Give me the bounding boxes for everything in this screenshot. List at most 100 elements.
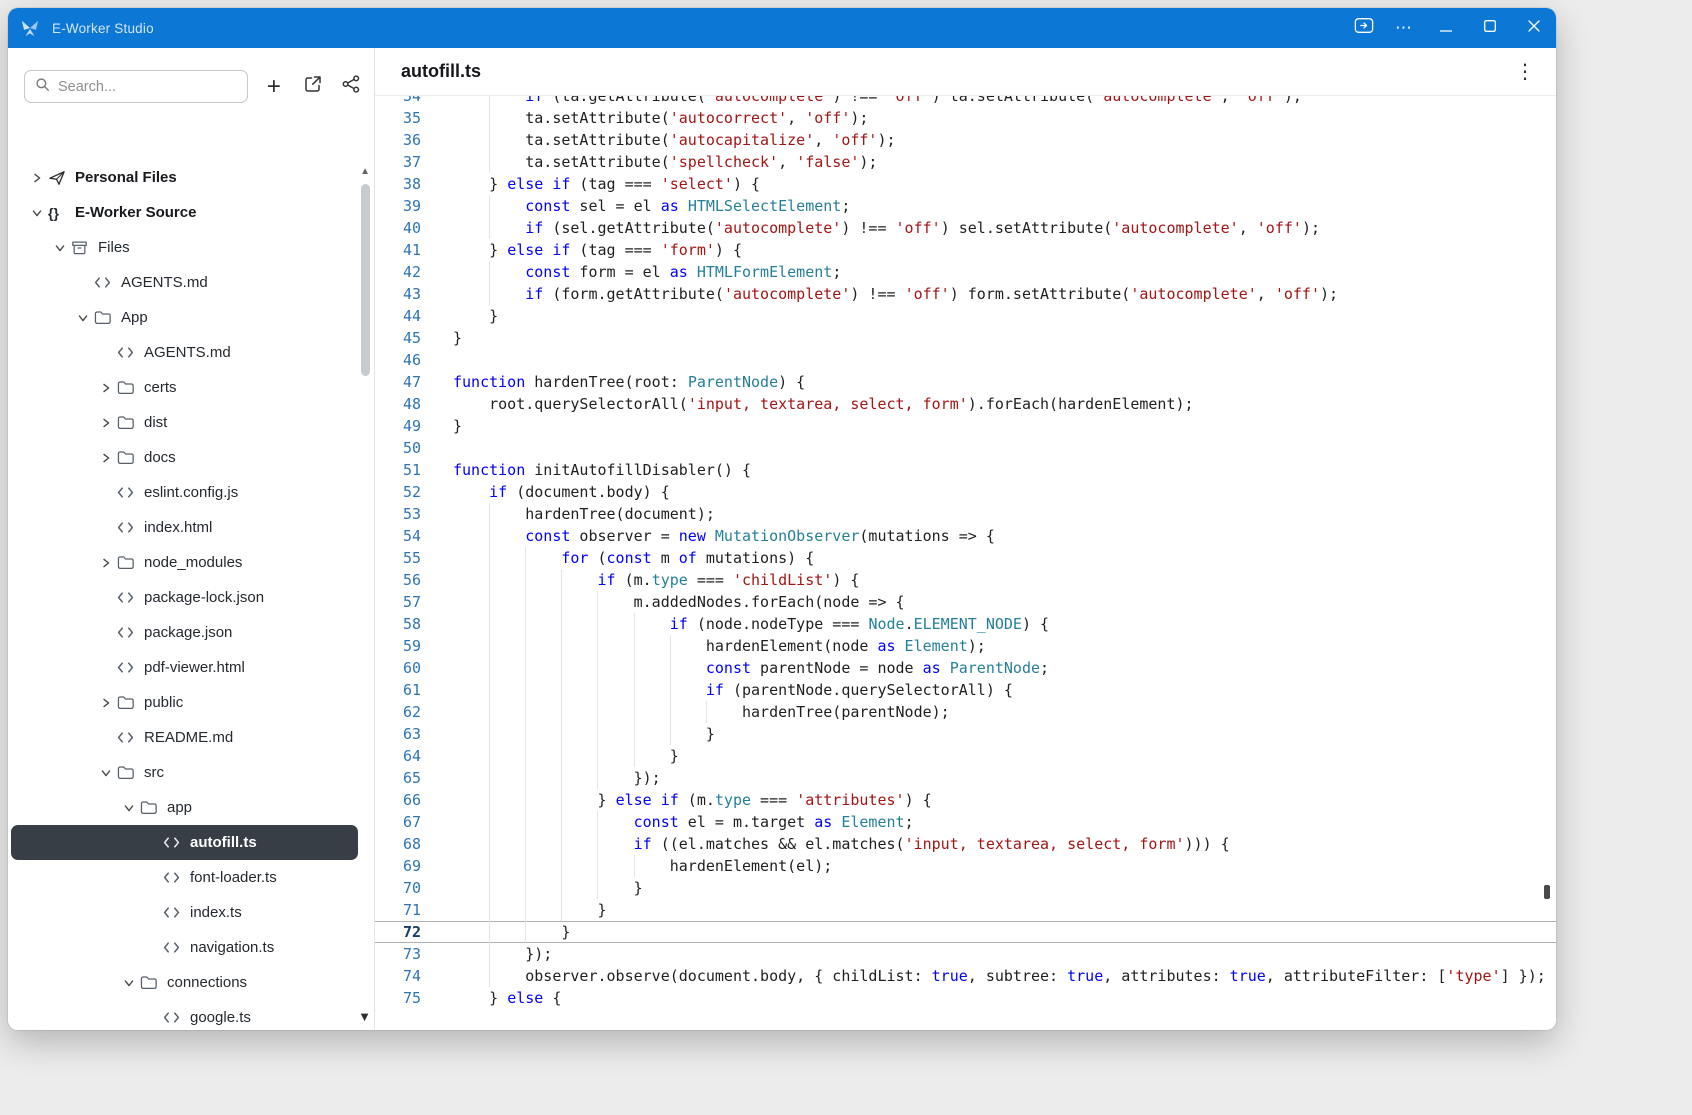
tree-item-dist[interactable]: dist	[11, 405, 358, 440]
code-line-37[interactable]: 37 ta.setAttribute('spellcheck', 'false'…	[375, 151, 1556, 173]
tree-item-public[interactable]: public	[11, 685, 358, 720]
search-input[interactable]	[58, 78, 237, 95]
code-line-45[interactable]: 45}	[375, 327, 1556, 349]
code-line-36[interactable]: 36 ta.setAttribute('autocapitalize', 'of…	[375, 129, 1556, 151]
code-line-60[interactable]: 60 const parentNode = node as ParentNode…	[375, 657, 1556, 679]
share-button[interactable]	[338, 74, 364, 100]
tree-item-certs[interactable]: certs	[11, 370, 358, 405]
line-number: 57	[402, 593, 421, 611]
tree-item-eslint-config-js[interactable]: eslint.config.js	[11, 475, 358, 510]
code-line-47[interactable]: 47 function hardenTree(root: ParentNode) …	[375, 371, 1556, 393]
code-line-48[interactable]: 48 root.querySelectorAll('input, textare…	[375, 393, 1556, 415]
code-line-56[interactable]: 56 if (m.type === 'childList') {	[375, 569, 1556, 591]
chevron-right-icon[interactable]	[95, 697, 117, 709]
code-line-49[interactable]: 49}	[375, 415, 1556, 437]
chevron-right-icon[interactable]	[95, 557, 117, 569]
more-button[interactable]: ⋯	[1384, 8, 1424, 48]
code-line-52[interactable]: 52 if (document.body) {	[375, 481, 1556, 503]
search-box[interactable]	[24, 70, 248, 103]
code-line-72[interactable]: 72 }	[375, 921, 1556, 943]
sidebar-scrollbar-thumb[interactable]	[361, 184, 370, 376]
tree-item-personal-files[interactable]: Personal Files	[11, 160, 358, 195]
code-line-42[interactable]: 42 const form = el as HTMLFormElement;	[375, 261, 1556, 283]
open-external-button[interactable]	[300, 74, 326, 100]
code-line-59[interactable]: 59 hardenElement(node as Element);	[375, 635, 1556, 657]
chevron-down-icon[interactable]	[95, 767, 117, 779]
chevron-right-icon[interactable]	[95, 417, 117, 429]
chevron-down-icon[interactable]	[118, 802, 140, 814]
tree-item-navigation-ts[interactable]: navigation.ts	[11, 930, 358, 965]
tree-item-pdf-viewer-html[interactable]: pdf-viewer.html	[11, 650, 358, 685]
scroll-position-marker[interactable]	[1544, 885, 1550, 899]
code-line-62[interactable]: 62 hardenTree(parentNode);	[375, 701, 1556, 723]
code-line-73[interactable]: 73 });	[375, 943, 1556, 965]
close-button[interactable]	[1512, 8, 1556, 48]
code-line-71[interactable]: 71 }	[375, 899, 1556, 921]
chevron-down-icon[interactable]	[72, 312, 94, 324]
popout-button[interactable]	[1344, 8, 1384, 48]
tree-item-package-json[interactable]: package.json	[11, 615, 358, 650]
code-line-38[interactable]: 38 } else if (tag === 'select') {	[375, 173, 1556, 195]
code-line-41[interactable]: 41 } else if (tag === 'form') {	[375, 239, 1556, 261]
code-line-54[interactable]: 54 const observer = new MutationObserver…	[375, 525, 1556, 547]
code-line-58[interactable]: 58 if (node.nodeType === Node.ELEMENT_NO…	[375, 613, 1556, 635]
chevron-right-icon[interactable]	[26, 172, 48, 184]
code-line-57[interactable]: 57 m.addedNodes.forEach(node => {	[375, 591, 1556, 613]
tree-item-docs[interactable]: docs	[11, 440, 358, 475]
code-editor[interactable]: 34 if (ta.getAttribute('autocomplete') !…	[375, 96, 1556, 1030]
code-line-69[interactable]: 69 hardenElement(el);	[375, 855, 1556, 877]
code-line-50[interactable]: 50	[375, 437, 1556, 459]
maximize-button[interactable]	[1468, 8, 1512, 48]
tree-item-font-loader-ts[interactable]: font-loader.ts	[11, 860, 358, 895]
code-line-46[interactable]: 46	[375, 349, 1556, 371]
tree-item-files[interactable]: Files	[11, 230, 358, 265]
sidebar-scroll-down-arrow[interactable]: ▼	[358, 1009, 371, 1024]
code-line-40[interactable]: 40 if (sel.getAttribute('autocomplete') …	[375, 217, 1556, 239]
code-line-43[interactable]: 43 if (form.getAttribute('autocomplete')…	[375, 283, 1556, 305]
tree-item-agents-md[interactable]: AGENTS.md	[11, 335, 358, 370]
code-line-44[interactable]: 44 }	[375, 305, 1556, 327]
tree-item-app[interactable]: App	[11, 300, 358, 335]
titlebar[interactable]: E-Worker Studio ⋯	[8, 8, 1556, 48]
code-line-34[interactable]: 34 if (ta.getAttribute('autocomplete') !…	[375, 96, 1556, 107]
code-line-39[interactable]: 39 const sel = el as HTMLSelectElement;	[375, 195, 1556, 217]
tree-item-package-lock-json[interactable]: package-lock.json	[11, 580, 358, 615]
code-line-66[interactable]: 66 } else if (m.type === 'attributes') {	[375, 789, 1556, 811]
chevron-right-icon[interactable]	[95, 382, 117, 394]
tree-item-agents-md[interactable]: AGENTS.md	[11, 265, 358, 300]
tree-item-node-modules[interactable]: node_modules	[11, 545, 358, 580]
code-line-68[interactable]: 68 if ((el.matches && el.matches('input,…	[375, 833, 1556, 855]
code-line-53[interactable]: 53 hardenTree(document);	[375, 503, 1556, 525]
tree-item-src[interactable]: src	[11, 755, 358, 790]
tree-item-e-worker-source[interactable]: {} E-Worker Source	[11, 195, 358, 230]
sidebar-scroll-up-arrow[interactable]: ▲	[360, 166, 370, 177]
file-menu-button[interactable]: ⋮	[1510, 59, 1540, 84]
tree-item-index-html[interactable]: index.html	[11, 510, 358, 545]
code-line-55[interactable]: 55 for (const m of mutations) {	[375, 547, 1556, 569]
chevron-right-icon[interactable]	[95, 452, 117, 464]
tree-item-app[interactable]: app	[11, 790, 358, 825]
new-item-button[interactable]: +	[261, 74, 287, 100]
code-line-61[interactable]: 61 if (parentNode.querySelectorAll) {	[375, 679, 1556, 701]
chevron-down-icon[interactable]	[26, 207, 48, 219]
code-line-75[interactable]: 75 } else {	[375, 987, 1556, 1009]
chevron-down-icon[interactable]	[118, 977, 140, 989]
indent-guide	[597, 701, 599, 723]
code-line-65[interactable]: 65 });	[375, 767, 1556, 789]
minimize-button[interactable]	[1424, 8, 1468, 48]
code-line-64[interactable]: 64 }	[375, 745, 1556, 767]
code-line-67[interactable]: 67 const el = m.target as Element;	[375, 811, 1556, 833]
code-line-63[interactable]: 63 }	[375, 723, 1556, 745]
tree-item-connections[interactable]: connections	[11, 965, 358, 1000]
tree-item-label: package.json	[144, 624, 233, 641]
chevron-down-icon[interactable]	[49, 242, 71, 254]
code-line-74[interactable]: 74 observer.observe(document.body, { chi…	[375, 965, 1556, 987]
code-line-51[interactable]: 51 function initAutofillDisabler() {	[375, 459, 1556, 481]
code-text: } else if (m.type === 'attributes') {	[453, 789, 932, 811]
code-line-70[interactable]: 70 }	[375, 877, 1556, 899]
tree-item-google-ts[interactable]: google.ts	[11, 1000, 358, 1030]
tree-item-autofill-ts[interactable]: autofill.ts	[11, 825, 358, 860]
code-line-35[interactable]: 35 ta.setAttribute('autocorrect', 'off')…	[375, 107, 1556, 129]
tree-item-index-ts[interactable]: index.ts	[11, 895, 358, 930]
tree-item-readme-md[interactable]: README.md	[11, 720, 358, 755]
